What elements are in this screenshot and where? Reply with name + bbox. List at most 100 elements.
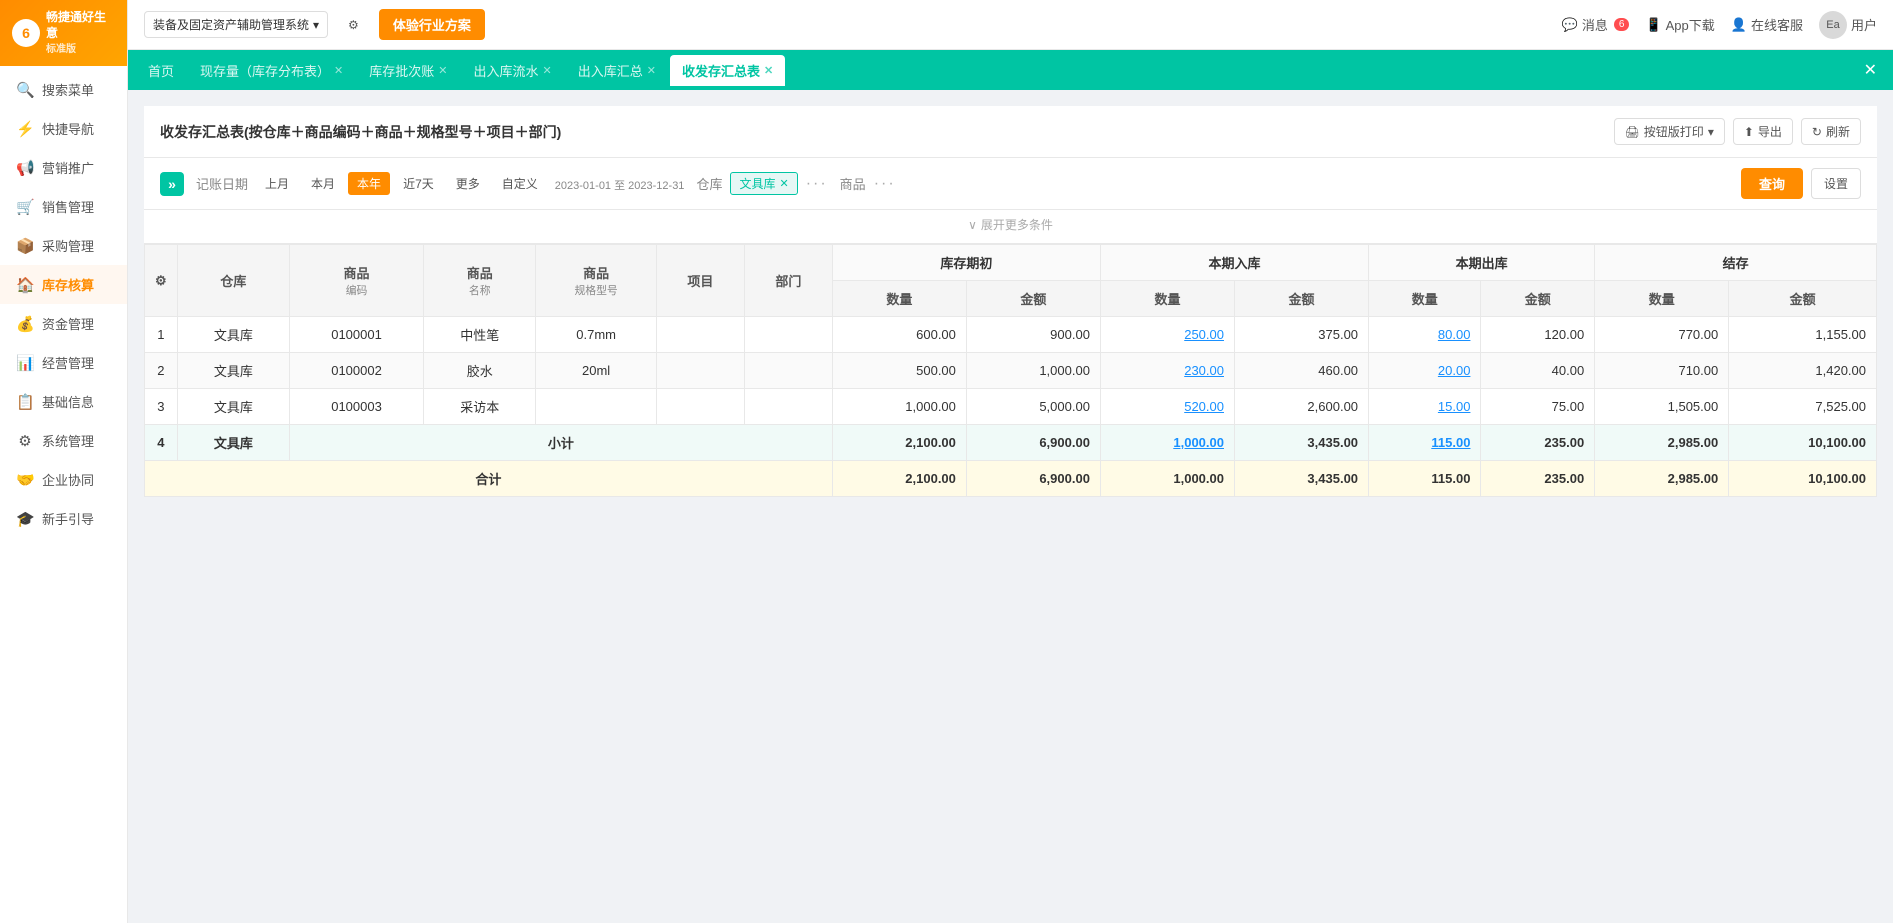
row-goods-name: 胶水	[424, 353, 536, 389]
tab-close-3[interactable]: ✕	[543, 64, 552, 77]
system-selector[interactable]: 装备及固定资产辅助管理系统 ▾	[144, 11, 328, 38]
topbar-right: 💬 消息 6 📱 App下载 👤 在线客服 Ea 用户	[1562, 11, 1877, 39]
sidebar-item-3[interactable]: 🛒销售管理	[0, 187, 127, 226]
table-row: 3 文具库 0100003 采访本 1,000.00 5,000.00 520.…	[145, 389, 1877, 425]
sidebar-item-10[interactable]: 🤝企业协同	[0, 460, 127, 499]
refresh-icon: ↻	[1812, 125, 1822, 139]
tab-3[interactable]: 出入库流水 ✕	[461, 55, 563, 86]
row-opening-qty: 1,000.00	[832, 389, 966, 425]
col-settings[interactable]: ⚙	[145, 245, 178, 317]
topbar: 装备及固定资产辅助管理系统 ▾ ⚙ 体验行业方案 💬 消息 6 📱 App下载 …	[128, 0, 1893, 50]
sidebar-item-6[interactable]: 💰资金管理	[0, 304, 127, 343]
date-filter-label: 记账日期	[196, 174, 248, 193]
nav-icon-8: 📋	[16, 393, 34, 411]
row-out-qty[interactable]: 15.00	[1369, 389, 1481, 425]
filter-actions: 查询 设置	[1741, 168, 1861, 199]
row-out-qty[interactable]: 20.00	[1369, 353, 1481, 389]
total-balance-qty: 2,985.00	[1595, 461, 1729, 497]
online-support-btn[interactable]: 👤 在线客服	[1731, 15, 1803, 34]
row-project	[656, 317, 744, 353]
refresh-btn[interactable]: ↻ 刷新	[1801, 118, 1861, 145]
nav-icon-10: 🤝	[16, 471, 34, 489]
subtotal-out-qty[interactable]: 115.00	[1369, 425, 1481, 461]
tab-5[interactable]: 收发存汇总表 ✕	[670, 55, 785, 86]
user-menu[interactable]: Ea 用户	[1819, 11, 1877, 39]
warehouse-more-dots[interactable]: ···	[806, 175, 828, 193]
col-opening-header: 库存期初	[832, 245, 1100, 281]
total-out-qty: 115.00	[1369, 461, 1481, 497]
col-warehouse-header: 仓库	[177, 245, 289, 317]
messages-btn[interactable]: 💬 消息 6	[1562, 15, 1630, 34]
table-container: ⚙ 仓库 商品编码 商品名称 商品规格型号 项目 部门 库存期初 本期入库 本期…	[144, 244, 1877, 497]
row-goods-name: 采访本	[424, 389, 536, 425]
sidebar: 6 畅捷通好生意 标准版 🔍搜索菜单⚡快捷导航📢营销推广🛒销售管理📦采购管理🏠库…	[0, 0, 128, 923]
sidebar-item-5[interactable]: 🏠库存核算	[0, 265, 127, 304]
filter-expand-icon[interactable]: »	[160, 172, 184, 196]
subtotal-in-qty[interactable]: 1,000.00	[1100, 425, 1234, 461]
page-actions: 🖨 按钮版打印 ▾ ⬆ 导出 ↻ 刷新	[1614, 118, 1861, 145]
date-btn-自定义[interactable]: 自定义	[493, 172, 547, 195]
trial-btn[interactable]: 体验行业方案	[379, 9, 485, 40]
chevron-down-icon: ▾	[1708, 125, 1714, 139]
tab-label-1: 现存量（库存分布表）	[200, 61, 330, 80]
filter-settings-btn[interactable]: 设置	[1811, 168, 1861, 199]
tab-close-1[interactable]: ✕	[334, 64, 343, 77]
tab-label-0: 首页	[148, 61, 174, 80]
sidebar-item-1[interactable]: ⚡快捷导航	[0, 109, 127, 148]
row-in-qty[interactable]: 250.00	[1100, 317, 1234, 353]
expand-row: ∨ 展开更多条件	[144, 210, 1877, 244]
row-department	[744, 389, 832, 425]
row-balance-amount: 1,420.00	[1729, 353, 1877, 389]
tab-bar-close-btn[interactable]: ✕	[1856, 56, 1885, 84]
row-in-qty[interactable]: 520.00	[1100, 389, 1234, 425]
tab-close-4[interactable]: ✕	[647, 64, 656, 77]
expand-more-btn[interactable]: ∨ 展开更多条件	[968, 216, 1053, 233]
tab-close-2[interactable]: ✕	[438, 64, 447, 77]
support-icon: 👤	[1731, 17, 1747, 33]
row-in-qty[interactable]: 230.00	[1100, 353, 1234, 389]
total-opening-qty: 2,100.00	[832, 461, 966, 497]
warehouse-tag-close[interactable]: ✕	[779, 177, 788, 190]
tab-close-5[interactable]: ✕	[764, 64, 773, 77]
row-out-qty[interactable]: 80.00	[1369, 317, 1481, 353]
page-header: 收发存汇总表(按仓库＋商品编码＋商品＋规格型号＋项目＋部门) 🖨 按钮版打印 ▾…	[144, 106, 1877, 158]
date-btn-近7天[interactable]: 近7天	[394, 172, 443, 195]
col-in-amount: 金额	[1234, 281, 1368, 317]
goods-more-dots[interactable]: ···	[874, 175, 896, 193]
gear-btn[interactable]: ⚙	[338, 14, 369, 36]
subtotal-balance-amount: 10,100.00	[1729, 425, 1877, 461]
subtotal-balance-qty: 2,985.00	[1595, 425, 1729, 461]
print-btn[interactable]: 🖨 按钮版打印 ▾	[1614, 118, 1725, 145]
export-btn[interactable]: ⬆ 导出	[1733, 118, 1793, 145]
row-department	[744, 353, 832, 389]
row-opening-qty: 500.00	[832, 353, 966, 389]
row-in-amount: 375.00	[1234, 317, 1368, 353]
sidebar-item-8[interactable]: 📋基础信息	[0, 382, 127, 421]
topbar-left: 装备及固定资产辅助管理系统 ▾ ⚙ 体验行业方案	[144, 9, 485, 40]
sidebar-item-4[interactable]: 📦采购管理	[0, 226, 127, 265]
warehouse-tag[interactable]: 文具库 ✕	[730, 172, 797, 195]
query-btn[interactable]: 查询	[1741, 168, 1803, 199]
phone-icon: 📱	[1645, 17, 1661, 33]
data-table: ⚙ 仓库 商品编码 商品名称 商品规格型号 项目 部门 库存期初 本期入库 本期…	[144, 244, 1877, 497]
date-btn-本年[interactable]: 本年	[348, 172, 390, 195]
sidebar-item-9[interactable]: ⚙系统管理	[0, 421, 127, 460]
sidebar-item-11[interactable]: 🎓新手引导	[0, 499, 127, 538]
messages-badge: 6	[1614, 18, 1630, 31]
sidebar-item-0[interactable]: 🔍搜索菜单	[0, 70, 127, 109]
goods-filter: 商品 ···	[840, 174, 896, 193]
sidebar-item-2[interactable]: 📢营销推广	[0, 148, 127, 187]
date-btn-本月[interactable]: 本月	[302, 172, 344, 195]
row-goods-code: 0100003	[290, 389, 424, 425]
app-download-btn[interactable]: 📱 App下载	[1645, 15, 1714, 34]
total-opening-amount: 6,900.00	[966, 461, 1100, 497]
row-opening-qty: 600.00	[832, 317, 966, 353]
tab-0[interactable]: 首页	[136, 55, 186, 86]
tab-4[interactable]: 出入库汇总 ✕	[566, 55, 668, 86]
row-department	[744, 317, 832, 353]
date-btn-上月[interactable]: 上月	[256, 172, 298, 195]
sidebar-item-7[interactable]: 📊经营管理	[0, 343, 127, 382]
date-btn-更多[interactable]: 更多	[447, 172, 489, 195]
tab-1[interactable]: 现存量（库存分布表） ✕	[188, 55, 355, 86]
tab-2[interactable]: 库存批次账 ✕	[357, 55, 459, 86]
